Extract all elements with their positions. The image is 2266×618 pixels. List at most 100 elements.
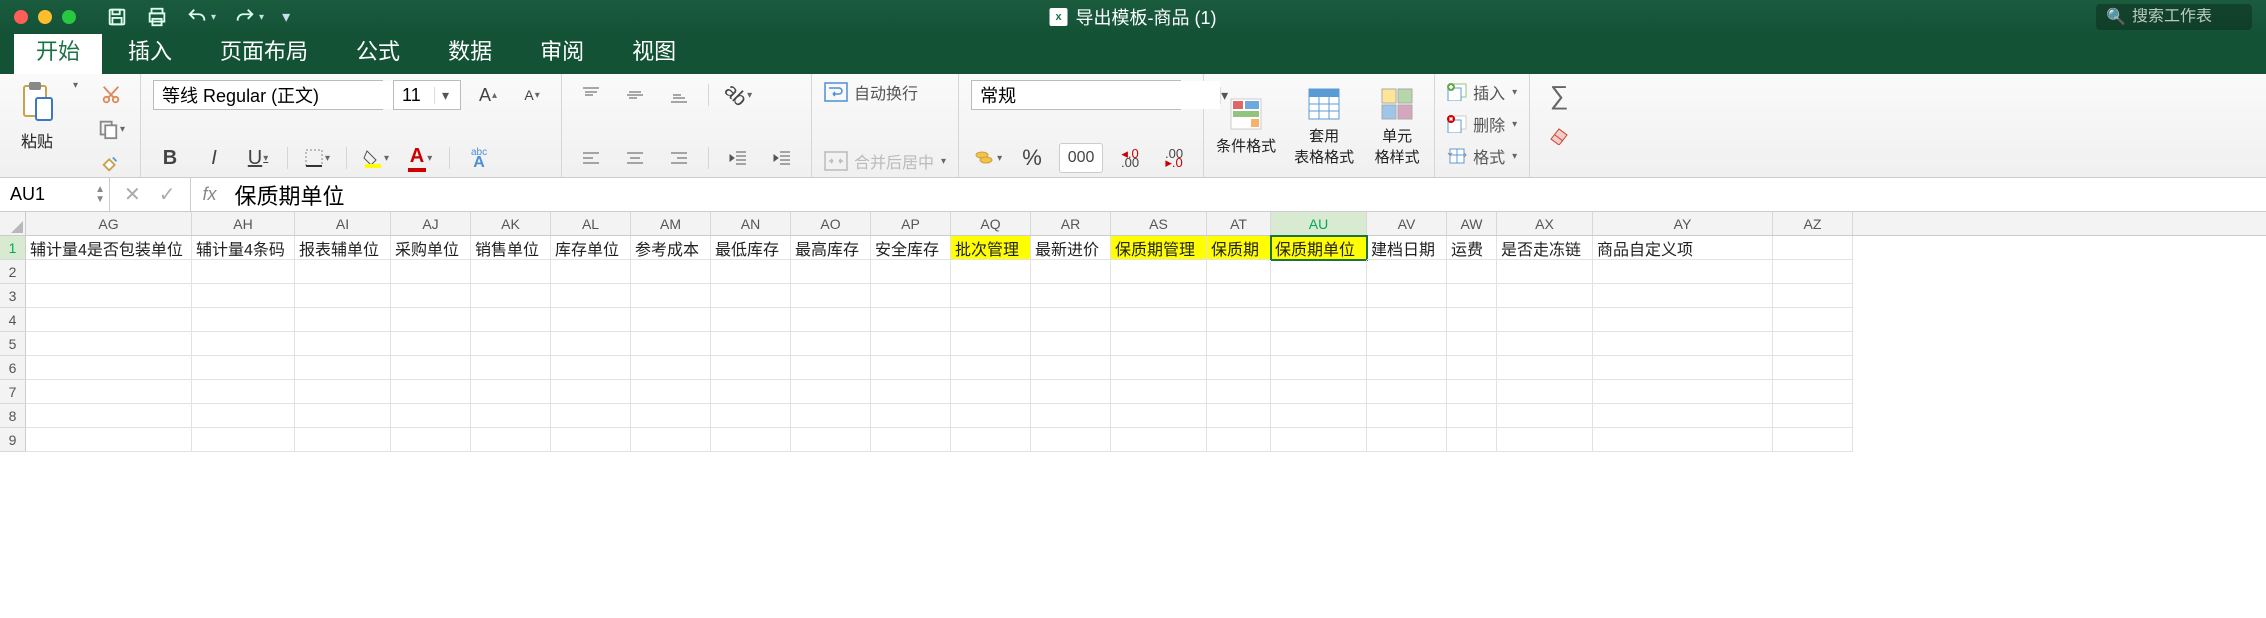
cell[interactable]: 保质期 — [1207, 236, 1271, 260]
cell[interactable] — [26, 404, 192, 428]
cell[interactable] — [1447, 308, 1497, 332]
formula-input[interactable] — [229, 182, 2266, 208]
column-header[interactable]: AT — [1207, 212, 1271, 235]
cell[interactable] — [1111, 428, 1207, 452]
cell[interactable] — [1271, 260, 1367, 284]
column-header[interactable]: AW — [1447, 212, 1497, 235]
cell[interactable] — [295, 404, 391, 428]
cell[interactable] — [26, 332, 192, 356]
cell[interactable] — [192, 380, 295, 404]
cell-styles-button[interactable]: 单元 格样式 — [1372, 87, 1422, 167]
cell[interactable] — [1447, 260, 1497, 284]
cell[interactable] — [1367, 284, 1447, 308]
cell[interactable] — [791, 260, 871, 284]
cell[interactable]: 商品自定义项 — [1593, 236, 1773, 260]
column-header[interactable]: AR — [1031, 212, 1111, 235]
format-painter-button[interactable] — [94, 148, 128, 178]
cell[interactable] — [1031, 284, 1111, 308]
orientation-button[interactable]: ab▾ — [721, 80, 755, 110]
cell[interactable] — [711, 428, 791, 452]
cell[interactable] — [26, 284, 192, 308]
cell[interactable] — [791, 428, 871, 452]
cell[interactable] — [551, 284, 631, 308]
cell[interactable] — [1031, 428, 1111, 452]
cell[interactable] — [192, 332, 295, 356]
increase-decimal-button[interactable]: ◂.0.00 — [1113, 143, 1147, 173]
cell[interactable] — [711, 308, 791, 332]
cell[interactable] — [295, 284, 391, 308]
cell[interactable] — [391, 332, 471, 356]
cell[interactable] — [1111, 260, 1207, 284]
merge-center-button[interactable]: 合并后居中 ▾ — [824, 149, 946, 173]
cell[interactable] — [1593, 308, 1773, 332]
cell[interactable] — [1773, 308, 1853, 332]
cell[interactable]: 报表辅单位 — [295, 236, 391, 260]
cell[interactable] — [1207, 308, 1271, 332]
row-header[interactable]: 8 — [0, 404, 26, 428]
align-bottom-button[interactable] — [662, 80, 696, 110]
cell[interactable]: 辅计量4是否包装单位 — [26, 236, 192, 260]
column-header[interactable]: AK — [471, 212, 551, 235]
cell[interactable] — [1367, 404, 1447, 428]
phonetic-button[interactable]: abcA — [462, 143, 496, 173]
format-cells-button[interactable]: 格式▾ — [1447, 144, 1517, 168]
cell[interactable] — [1497, 332, 1593, 356]
cell[interactable] — [192, 356, 295, 380]
cell[interactable] — [1111, 404, 1207, 428]
cell[interactable] — [1447, 284, 1497, 308]
column-header[interactable]: AV — [1367, 212, 1447, 235]
align-right-button[interactable] — [662, 143, 696, 173]
cell[interactable]: 库存单位 — [551, 236, 631, 260]
cell[interactable] — [471, 356, 551, 380]
cell[interactable] — [791, 332, 871, 356]
cell[interactable] — [391, 308, 471, 332]
cell[interactable] — [26, 380, 192, 404]
cell[interactable] — [1593, 332, 1773, 356]
cell[interactable] — [951, 356, 1031, 380]
cell[interactable] — [1773, 236, 1853, 260]
bold-button[interactable]: B — [153, 143, 187, 173]
cell[interactable] — [791, 404, 871, 428]
column-header[interactable]: AZ — [1773, 212, 1853, 235]
number-format-combo[interactable]: ▾ — [971, 80, 1181, 110]
font-size-input[interactable] — [394, 81, 434, 109]
format-as-table-button[interactable]: 套用 表格格式 — [1294, 87, 1354, 167]
customize-qat-button[interactable]: ▾ — [282, 7, 290, 27]
cell[interactable] — [711, 260, 791, 284]
column-header[interactable]: AM — [631, 212, 711, 235]
cell[interactable] — [1497, 260, 1593, 284]
cell[interactable] — [192, 260, 295, 284]
cell[interactable]: 保质期管理 — [1111, 236, 1207, 260]
minimize-window-button[interactable] — [38, 10, 52, 24]
cell[interactable] — [391, 380, 471, 404]
cell[interactable] — [951, 404, 1031, 428]
cell[interactable] — [295, 428, 391, 452]
cell[interactable] — [951, 380, 1031, 404]
number-format-input[interactable] — [972, 81, 1220, 109]
cell[interactable] — [192, 428, 295, 452]
cell[interactable]: 是否走冻链 — [1497, 236, 1593, 260]
clear-button[interactable] — [1542, 120, 1576, 150]
cell[interactable] — [26, 308, 192, 332]
delete-cells-button[interactable]: 删除▾ — [1447, 112, 1517, 136]
cell[interactable] — [631, 380, 711, 404]
cell[interactable] — [791, 356, 871, 380]
row-header[interactable]: 4 — [0, 308, 26, 332]
cell[interactable] — [871, 260, 951, 284]
border-button[interactable]: ▾ — [300, 143, 334, 173]
cell[interactable] — [471, 404, 551, 428]
font-name-combo[interactable]: ▾ — [153, 80, 383, 110]
cell[interactable] — [1593, 284, 1773, 308]
cell[interactable] — [1111, 356, 1207, 380]
align-left-button[interactable] — [574, 143, 608, 173]
cell[interactable] — [1593, 380, 1773, 404]
select-all-corner[interactable] — [0, 212, 26, 236]
cell[interactable] — [551, 380, 631, 404]
row-header[interactable]: 3 — [0, 284, 26, 308]
enter-formula-button[interactable]: ✓ — [159, 182, 176, 207]
row-header[interactable]: 2 — [0, 260, 26, 284]
increase-font-button[interactable]: A▴ — [471, 80, 505, 110]
cell[interactable] — [1497, 404, 1593, 428]
cell[interactable] — [631, 332, 711, 356]
cell[interactable] — [551, 428, 631, 452]
